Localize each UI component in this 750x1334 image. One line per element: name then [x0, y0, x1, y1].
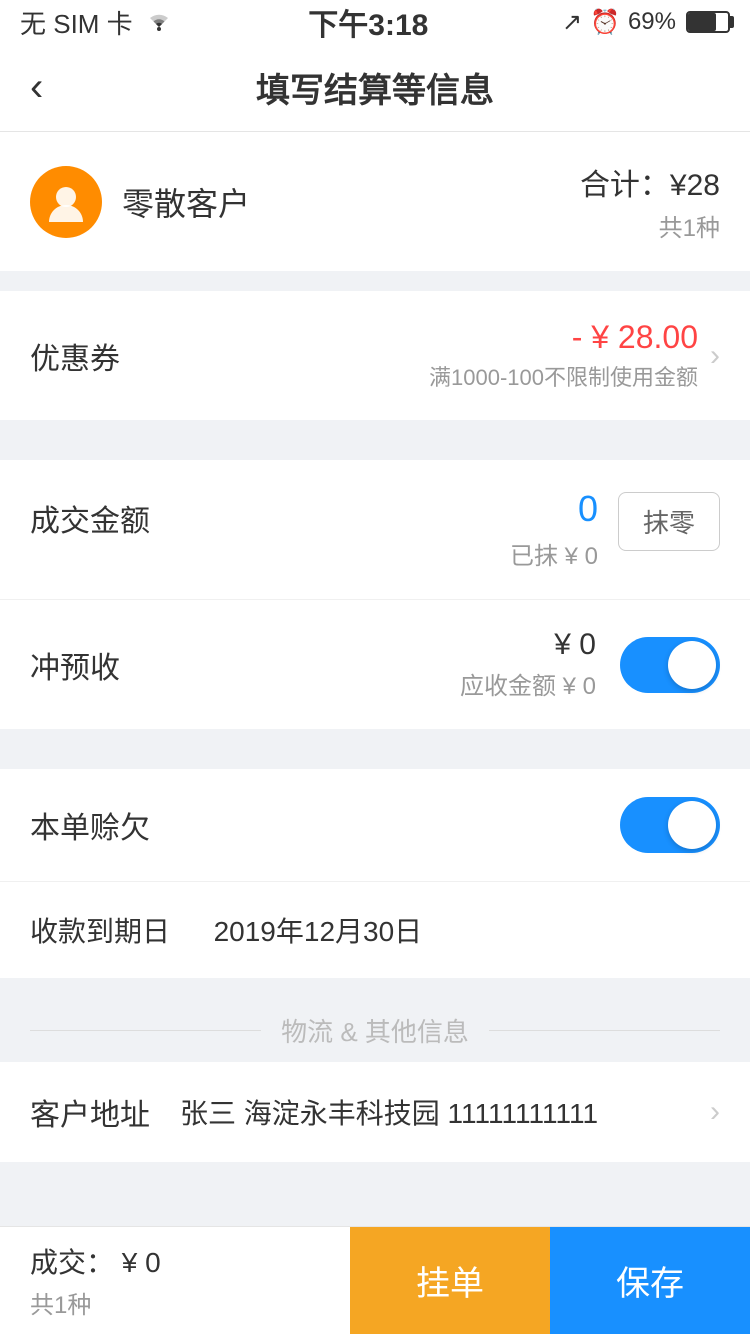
amount-label: 成交金额: [30, 488, 150, 540]
divider-1: [0, 440, 750, 460]
status-right: ↗ ⏰ 69%: [562, 8, 730, 37]
coupon-discount: - ¥ 28.00: [429, 319, 698, 356]
nav-bar: ‹ 填写结算等信息: [0, 44, 750, 132]
bottom-summary: 成交： ¥ 0 共1种: [0, 1241, 350, 1320]
amount-right: 0 已抹 ¥ 0 抹零: [510, 488, 720, 571]
bottom-deal-label: 成交：: [30, 1247, 114, 1278]
location-icon: ↗: [562, 8, 582, 37]
back-button[interactable]: ‹: [30, 65, 43, 110]
alarm-icon: ⏰: [590, 8, 620, 37]
duedate-row: 收款到期日 2019年12月30日: [0, 881, 750, 978]
prepay-value: ¥ 0: [460, 628, 596, 662]
coupon-label: 优惠券: [30, 334, 120, 378]
address-chevron-icon: ›: [710, 1095, 720, 1129]
prepay-value-block: ¥ 0 应收金额 ¥ 0: [460, 628, 596, 701]
customer-total: 合计：¥28 共1种: [580, 160, 720, 243]
coupon-row[interactable]: 优惠券 - ¥ 28.00 满1000-100不限制使用金额 ›: [0, 291, 750, 420]
duedate-spacer: [178, 916, 206, 947]
prepay-sub: 应收金额 ¥ 0: [460, 666, 596, 701]
content: 零散客户 合计：¥28 共1种 优惠券 - ¥ 28.00 满1000-100不…: [0, 132, 750, 1302]
logistics-divider: 物流 & 其他信息: [0, 998, 750, 1062]
divider-2: [0, 749, 750, 769]
address-row[interactable]: 客户地址 张三 海淀永丰科技园 11111111111 ›: [0, 1062, 750, 1162]
address-section: 客户地址 张三 海淀永丰科技园 11111111111 ›: [0, 1062, 750, 1162]
debt-label: 本单赊欠: [30, 803, 150, 847]
hang-button[interactable]: 挂单: [350, 1227, 550, 1334]
bottom-bar: 成交： ¥ 0 共1种 挂单 保存: [0, 1226, 750, 1334]
battery-icon: [686, 11, 730, 33]
bottom-count: 共1种: [30, 1285, 320, 1320]
round-button[interactable]: 抹零: [618, 492, 720, 551]
customer-section: 零散客户 合计：¥28 共1种: [0, 132, 750, 271]
prepay-row: 冲预收 ¥ 0 应收金额 ¥ 0: [0, 599, 750, 729]
debt-row: 本单赊欠: [0, 769, 750, 881]
battery-percent: 69%: [628, 8, 676, 36]
toggle-knob: [668, 641, 716, 689]
debt-toggle-knob: [668, 801, 716, 849]
amount-row: 成交金额 0 已抹 ¥ 0 抹零: [30, 488, 720, 571]
prepay-toggle[interactable]: [620, 637, 720, 693]
bottom-deal-row: 成交： ¥ 0: [30, 1241, 320, 1281]
coupon-value-block: - ¥ 28.00 满1000-100不限制使用金额: [429, 319, 698, 392]
status-left: 无 SIM 卡: [20, 4, 175, 41]
address-value: 张三 海淀永丰科技园 11111111111: [180, 1092, 710, 1132]
coupon-section: 优惠券 - ¥ 28.00 满1000-100不限制使用金额 ›: [0, 291, 750, 420]
customer-avatar: [30, 166, 102, 238]
amount-section: 成交金额 0 已抹 ¥ 0 抹零 冲预收 ¥ 0 应收金额 ¥ 0: [0, 460, 750, 729]
amount-value: 0: [510, 488, 598, 530]
logistics-label: 物流 & 其他信息: [261, 1012, 489, 1049]
customer-left: 零散客户: [30, 166, 250, 238]
page-title: 填写结算等信息: [256, 63, 494, 112]
wifi-icon: [143, 7, 175, 38]
coupon-desc: 满1000-100不限制使用金额: [429, 360, 698, 392]
coupon-right: - ¥ 28.00 满1000-100不限制使用金额 ›: [429, 319, 720, 392]
duedate-text: 收款到期日 2019年12月30日: [30, 916, 422, 947]
duedate-value: 2019年12月30日: [214, 916, 423, 947]
amount-sub: 已抹 ¥ 0: [510, 536, 598, 571]
carrier-text: 无 SIM 卡: [20, 4, 133, 41]
total-count: 共1种: [580, 208, 720, 243]
duedate-label: 收款到期日: [30, 916, 170, 947]
prepay-right: ¥ 0 应收金额 ¥ 0: [460, 628, 720, 701]
status-bar: 无 SIM 卡 下午3:18 ↗ ⏰ 69%: [0, 0, 750, 44]
total-amount: 合计：¥28: [580, 160, 720, 204]
debt-section: 本单赊欠 收款到期日 2019年12月30日: [0, 769, 750, 978]
address-label: 客户地址: [30, 1090, 150, 1134]
prepay-label: 冲预收: [30, 643, 120, 687]
customer-name: 零散客户: [122, 179, 250, 225]
customer-row: 零散客户 合计：¥28 共1种: [0, 132, 750, 271]
chevron-right-icon: ›: [710, 339, 720, 373]
status-time: 下午3:18: [308, 0, 428, 44]
debt-toggle[interactable]: [620, 797, 720, 853]
bottom-deal-amount: ¥ 0: [122, 1247, 161, 1278]
amount-row-container: 成交金额 0 已抹 ¥ 0 抹零: [0, 460, 750, 599]
amount-value-block: 0 已抹 ¥ 0: [510, 488, 598, 571]
save-button[interactable]: 保存: [550, 1227, 750, 1334]
